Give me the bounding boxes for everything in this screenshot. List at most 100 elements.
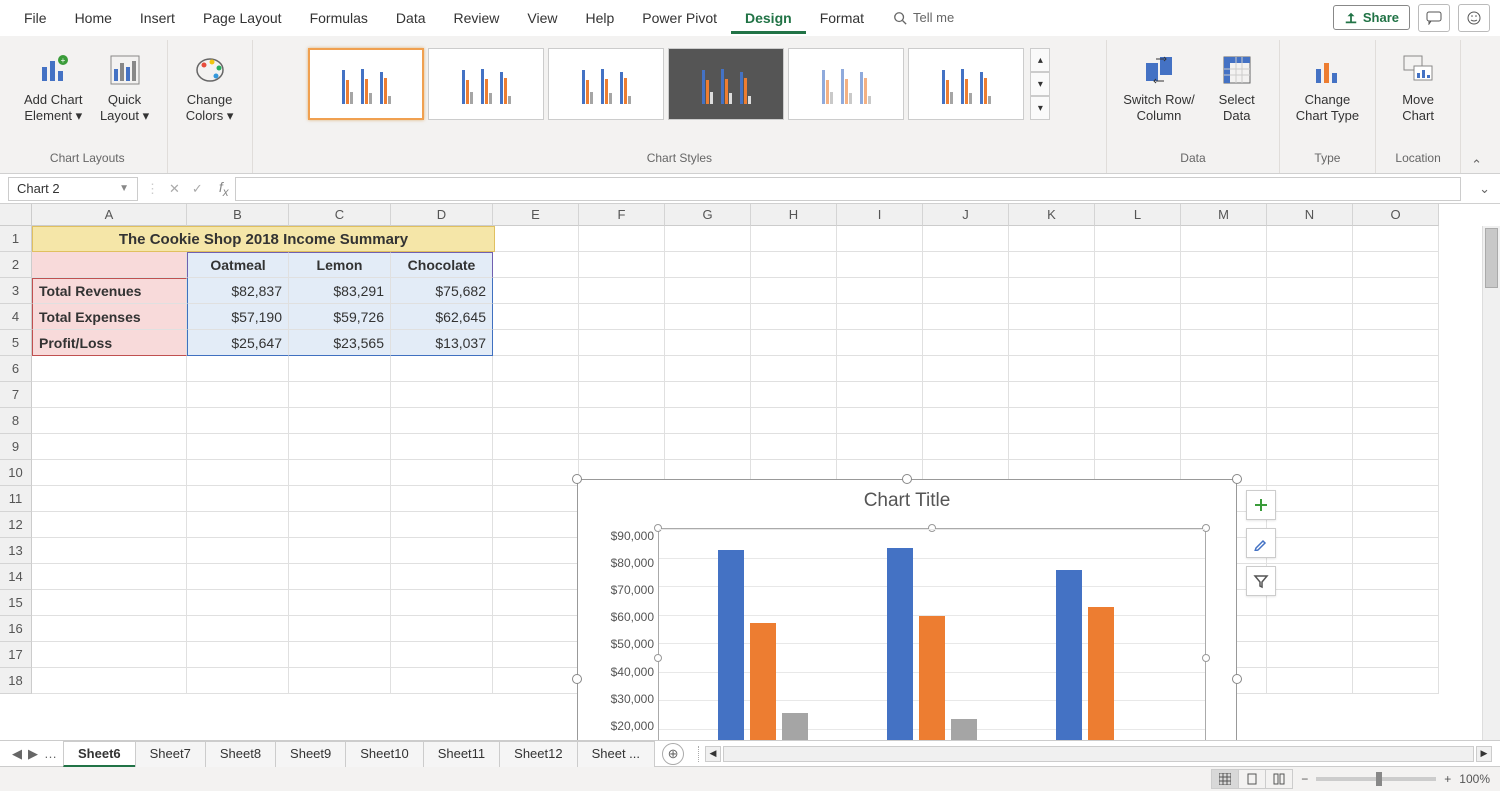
sheet-nav-next[interactable]: ▶ [28, 746, 38, 762]
cell-o11[interactable] [1353, 486, 1439, 512]
cell-n5[interactable] [1267, 330, 1353, 356]
row-header-18[interactable]: 18 [0, 668, 32, 694]
cell-b8[interactable] [187, 408, 289, 434]
cell-g1[interactable] [665, 226, 751, 252]
cell-g5[interactable] [665, 330, 751, 356]
cell-g2[interactable] [665, 252, 751, 278]
horizontal-scrollbar[interactable] [723, 746, 1474, 762]
row-header-1[interactable]: 1 [0, 226, 32, 252]
cell-c16[interactable] [289, 616, 391, 642]
chart-style-6[interactable] [908, 48, 1024, 120]
sheet-tab-sheet9[interactable]: Sheet9 [275, 741, 346, 767]
zoom-in-button[interactable]: + [1444, 772, 1451, 786]
view-page-layout-button[interactable] [1238, 769, 1266, 789]
cell-o14[interactable] [1353, 564, 1439, 590]
col-header-f[interactable]: F [579, 204, 665, 226]
cell-d17[interactable] [391, 642, 493, 668]
chart-styles-button[interactable] [1246, 528, 1276, 558]
col-header-c[interactable]: C [289, 204, 391, 226]
chart-style-4[interactable] [668, 48, 784, 120]
cell-l4[interactable] [1095, 304, 1181, 330]
row-header-4[interactable]: 4 [0, 304, 32, 330]
cell-n13[interactable] [1267, 538, 1353, 564]
cell-o2[interactable] [1353, 252, 1439, 278]
cell-d5[interactable]: $13,037 [391, 330, 493, 356]
cell-d13[interactable] [391, 538, 493, 564]
tab-data[interactable]: Data [382, 2, 440, 34]
cell-j3[interactable] [923, 278, 1009, 304]
row-header-8[interactable]: 8 [0, 408, 32, 434]
col-header-k[interactable]: K [1009, 204, 1095, 226]
cell-c13[interactable] [289, 538, 391, 564]
cell-g3[interactable] [665, 278, 751, 304]
cell-k2[interactable] [1009, 252, 1095, 278]
cell-h6[interactable] [751, 356, 837, 382]
col-header-l[interactable]: L [1095, 204, 1181, 226]
move-chart-button[interactable]: Move Chart [1388, 48, 1448, 127]
sheet-nav-prev[interactable]: ◀ [12, 746, 22, 762]
cell-d4[interactable]: $62,645 [391, 304, 493, 330]
cell-g7[interactable] [665, 382, 751, 408]
cell-j4[interactable] [923, 304, 1009, 330]
cell-l5[interactable] [1095, 330, 1181, 356]
cell-d12[interactable] [391, 512, 493, 538]
cell-m5[interactable] [1181, 330, 1267, 356]
col-header-d[interactable]: D [391, 204, 493, 226]
cell-b9[interactable] [187, 434, 289, 460]
change-chart-type-button[interactable]: Change Chart Type [1292, 48, 1363, 127]
cell-i9[interactable] [837, 434, 923, 460]
cell-f4[interactable] [579, 304, 665, 330]
embedded-chart[interactable]: Chart Title $90,000$80,000$70,000$60,000… [577, 479, 1237, 740]
cell-c18[interactable] [289, 668, 391, 694]
hscroll-left[interactable]: ◀ [705, 746, 721, 762]
cell-b16[interactable] [187, 616, 289, 642]
col-header-i[interactable]: I [837, 204, 923, 226]
cell-e7[interactable] [493, 382, 579, 408]
cell-c14[interactable] [289, 564, 391, 590]
cell-n11[interactable] [1267, 486, 1353, 512]
cell-c15[interactable] [289, 590, 391, 616]
cell-o16[interactable] [1353, 616, 1439, 642]
cell-e14[interactable] [493, 564, 579, 590]
cell-n14[interactable] [1267, 564, 1353, 590]
cell-a12[interactable] [32, 512, 187, 538]
switch-row-column-button[interactable]: Switch Row/ Column [1119, 48, 1199, 127]
cell-m1[interactable] [1181, 226, 1267, 252]
tab-view[interactable]: View [513, 2, 571, 34]
hscroll-right[interactable]: ▶ [1476, 746, 1492, 762]
cell-g4[interactable] [665, 304, 751, 330]
cell-i5[interactable] [837, 330, 923, 356]
chart-elements-button[interactable] [1246, 490, 1276, 520]
cell-n7[interactable] [1267, 382, 1353, 408]
chart-plot-area[interactable]: $90,000$80,000$70,000$60,000$50,000$40,0… [658, 528, 1206, 740]
cell-h1[interactable] [751, 226, 837, 252]
cell-e4[interactable] [493, 304, 579, 330]
cell-l9[interactable] [1095, 434, 1181, 460]
cell-j5[interactable] [923, 330, 1009, 356]
cell-d18[interactable] [391, 668, 493, 694]
cell-c4[interactable]: $59,726 [289, 304, 391, 330]
cell-g8[interactable] [665, 408, 751, 434]
cell-a8[interactable] [32, 408, 187, 434]
row-header-2[interactable]: 2 [0, 252, 32, 278]
cell-n3[interactable] [1267, 278, 1353, 304]
cell-f3[interactable] [579, 278, 665, 304]
cell-e13[interactable] [493, 538, 579, 564]
chart-style-3[interactable] [548, 48, 664, 120]
view-normal-button[interactable] [1211, 769, 1239, 789]
col-header-e[interactable]: E [493, 204, 579, 226]
tab-insert[interactable]: Insert [126, 2, 189, 34]
sheet-tab-sheet ...[interactable]: Sheet ... [577, 741, 655, 767]
cell-a10[interactable] [32, 460, 187, 486]
cell-j2[interactable] [923, 252, 1009, 278]
zoom-slider[interactable] [1316, 777, 1436, 781]
col-header-a[interactable]: A [32, 204, 187, 226]
title-cell[interactable]: The Cookie Shop 2018 Income Summary [32, 226, 495, 252]
vertical-scrollbar[interactable] [1482, 226, 1500, 740]
row-header-17[interactable]: 17 [0, 642, 32, 668]
cell-b14[interactable] [187, 564, 289, 590]
cell-m7[interactable] [1181, 382, 1267, 408]
select-all-corner[interactable] [0, 204, 32, 226]
cell-b5[interactable]: $25,647 [187, 330, 289, 356]
cell-m6[interactable] [1181, 356, 1267, 382]
